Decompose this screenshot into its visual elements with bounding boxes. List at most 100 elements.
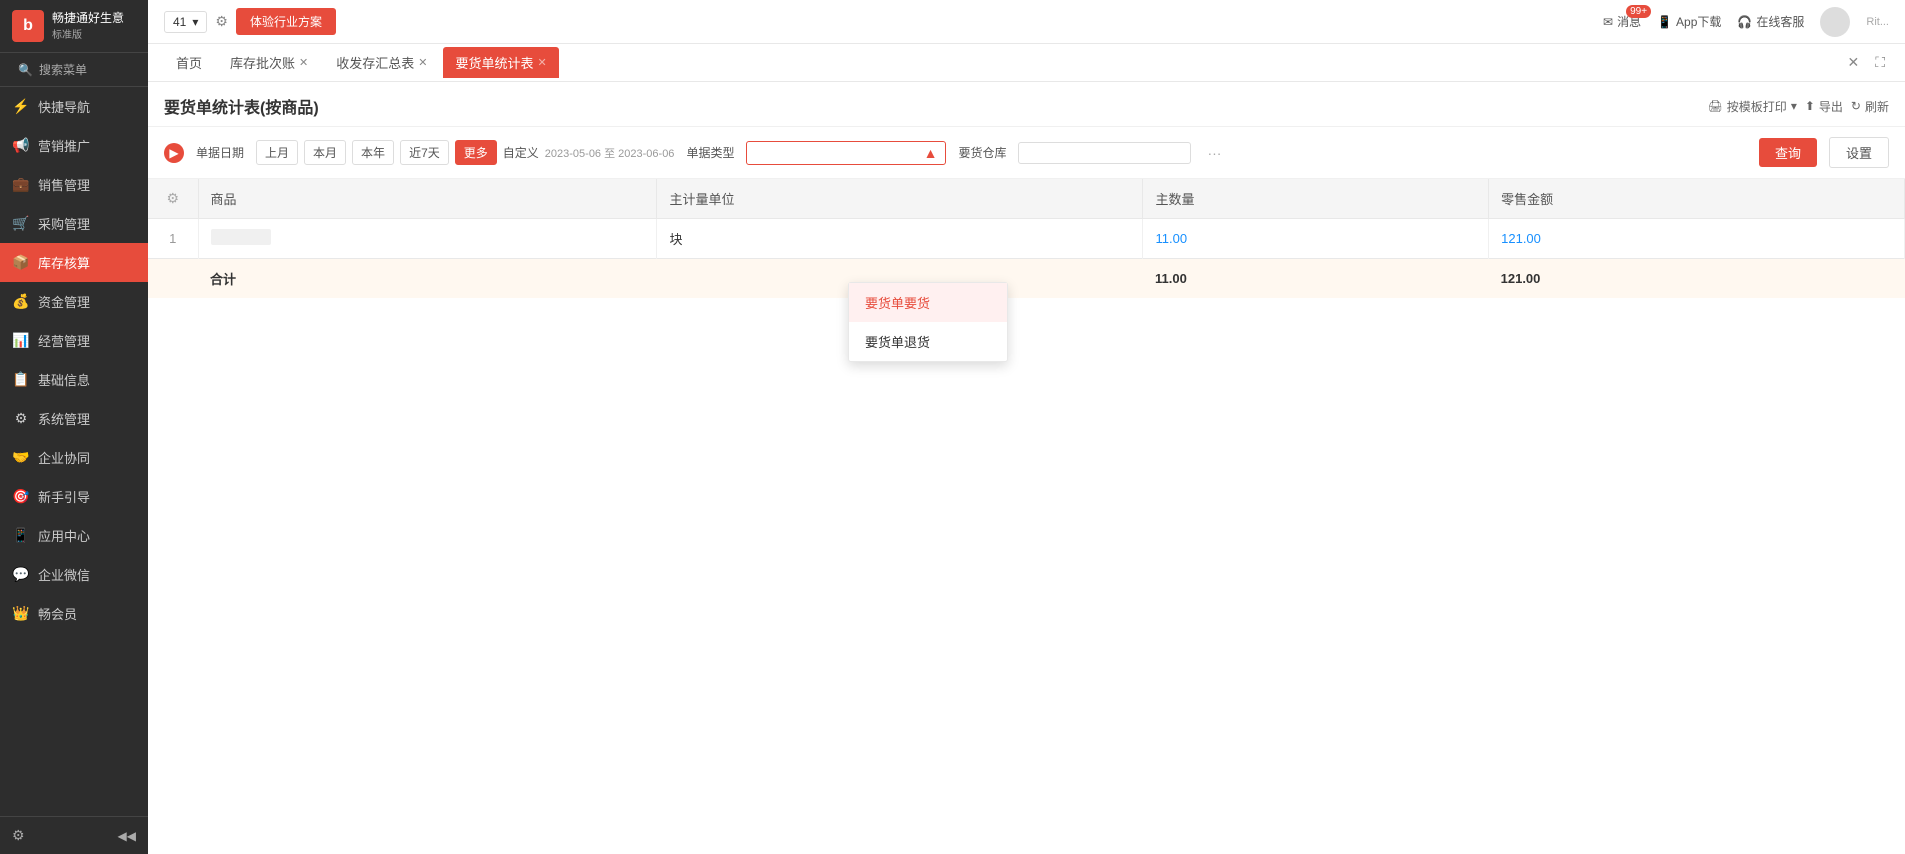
filter-custom-button[interactable]: 自定义 — [503, 144, 539, 161]
filter-recent-button[interactable]: 近7天 — [400, 140, 449, 165]
sidebar-item-operation[interactable]: 📊 经营管理 — [0, 321, 148, 360]
tab-inventory-batch[interactable]: 库存批次账 ✕ — [218, 47, 320, 78]
col-qty-header: 主数量 — [1143, 179, 1489, 219]
filter-more-options-button[interactable]: ··· — [1207, 145, 1221, 161]
topbar-right: ✉ 消息 99+ 📱 App下载 🎧 在线客服 Rit... — [1603, 7, 1889, 37]
warehouse-filter-input[interactable] — [1018, 142, 1191, 164]
sidebar-item-marketing[interactable]: 📢 营销推广 — [0, 126, 148, 165]
sidebar-item-wechat[interactable]: 💬 企业微信 — [0, 555, 148, 594]
sidebar-item-enterprise[interactable]: 🤝 企业协同 — [0, 438, 148, 477]
refresh-button[interactable]: ↻ 刷新 — [1851, 98, 1889, 115]
type-dropdown: 要货单要货 要货单退货 — [848, 282, 1008, 362]
collapse-icon: ◀◀ — [118, 829, 136, 843]
app-download-icon: 📱 — [1657, 15, 1672, 29]
tab-receivable-summary[interactable]: 收发存汇总表 ✕ — [324, 47, 439, 78]
page-actions: 🖨 按模板打印 ▾ ⬆ 导出 ↻ 刷新 — [1708, 98, 1889, 115]
amount-link[interactable]: 121.00 — [1501, 231, 1541, 246]
member-icon: 👑 — [12, 605, 30, 623]
tabbar: 首页 库存批次账 ✕ 收发存汇总表 ✕ 要货单统计表 ✕ ✕ ⛶ — [148, 44, 1905, 82]
data-table-container: ⚙ 商品 主计量单位 主数量 零售金额 — [148, 179, 1905, 298]
filter-bar: ▶ 单据日期 上月 本月 本年 近7天 更多 自定义 2023-05-06 至 … — [148, 127, 1905, 179]
tab-order-statistics[interactable]: 要货单统计表 ✕ — [443, 47, 558, 78]
tab-close-inventory-batch[interactable]: ✕ — [299, 56, 308, 69]
sidebar-item-member[interactable]: 👑 畅会员 — [0, 594, 148, 633]
sidebar-item-system[interactable]: ⚙ 系统管理 — [0, 399, 148, 438]
type-filter-select[interactable]: ▲ — [746, 141, 946, 165]
sidebar-item-basic[interactable]: 📋 基础信息 — [0, 360, 148, 399]
date-filter-label: 单据日期 — [196, 144, 244, 161]
tab-close-all-button[interactable]: ✕ — [1843, 52, 1863, 73]
filter-expand-button[interactable]: ▶ — [164, 143, 184, 163]
messages-button[interactable]: ✉ 消息 99+ — [1603, 13, 1641, 30]
refresh-icon: ↻ — [1851, 99, 1861, 113]
filter-more-button[interactable]: 更多 — [455, 140, 497, 165]
sidebar-settings-button[interactable]: ⚙ — [12, 827, 25, 844]
topbar: 41 ▾ ⚙ 体验行业方案 ✉ 消息 99+ 📱 App下载 🎧 在线客服 Ri… — [148, 0, 1905, 44]
topbar-dropdown-arrow[interactable]: ▾ — [192, 15, 198, 29]
col-settings-header[interactable]: ⚙ — [148, 179, 198, 219]
service-icon: 🎧 — [1737, 15, 1752, 29]
type-filter-label: 单据类型 — [686, 144, 734, 161]
footer-label: 合计 — [198, 259, 657, 299]
sidebar-search-menu[interactable]: 🔍 搜索菜单 — [0, 53, 148, 87]
col-unit-header: 主计量单位 — [657, 179, 1143, 219]
filter-curr-month-button[interactable]: 本月 — [304, 140, 346, 165]
filter-prev-month-button[interactable]: 上月 — [256, 140, 298, 165]
topbar-gear-icon[interactable]: ⚙ — [215, 13, 228, 30]
dropdown-item-order-goods[interactable]: 要货单要货 — [849, 283, 1007, 322]
tab-close-order-statistics[interactable]: ✕ — [538, 56, 547, 69]
messages-badge: 99+ — [1626, 5, 1651, 18]
filter-settings-button[interactable]: 设置 — [1829, 137, 1889, 168]
topbar-left: 41 ▾ ⚙ 体验行业方案 — [164, 8, 1603, 35]
sidebar-item-app-center[interactable]: 📱 应用中心 — [0, 516, 148, 555]
topbar-number: 41 — [173, 15, 186, 29]
sidebar-item-purchase[interactable]: 🛒 采购管理 — [0, 204, 148, 243]
sidebar-nav: ⚡ 快捷导航 📢 营销推广 💼 销售管理 🛒 采购管理 📦 库存核算 💰 资金管… — [0, 87, 148, 816]
app-name: 畅捷通好生意 — [52, 11, 124, 27]
app-version: 标准版 — [52, 26, 124, 41]
type-select-chevron-icon: ▲ — [924, 145, 938, 161]
query-button[interactable]: 查询 — [1759, 138, 1817, 167]
sidebar-item-guide[interactable]: 🎯 新手引导 — [0, 477, 148, 516]
footer-amount: 121.00 — [1489, 259, 1905, 299]
sidebar-item-finance[interactable]: 💰 资金管理 — [0, 282, 148, 321]
online-service-button[interactable]: 🎧 在线客服 — [1737, 13, 1804, 30]
export-button[interactable]: ⬆ 导出 — [1805, 98, 1843, 115]
row-unit: 块 — [657, 219, 1143, 259]
industry-plan-button[interactable]: 体验行业方案 — [236, 8, 336, 35]
print-dropdown-icon: ▾ — [1791, 99, 1797, 113]
filter-year-button[interactable]: 本年 — [352, 140, 394, 165]
page-header: 要货单统计表(按商品) 🖨 按模板打印 ▾ ⬆ 导出 ↻ 刷新 — [148, 82, 1905, 127]
sidebar: b 畅捷通好生意 标准版 🔍 搜索菜单 ⚡ 快捷导航 📢 营销推广 💼 销售管理… — [0, 0, 148, 854]
tab-home[interactable]: 首页 — [164, 47, 214, 78]
sidebar-footer: ⚙ ◀◀ — [0, 816, 148, 854]
app-center-icon: 📱 — [12, 527, 30, 545]
sidebar-item-inventory[interactable]: 📦 库存核算 — [0, 243, 148, 282]
guide-icon: 🎯 — [12, 488, 30, 506]
row-amount: 121.00 — [1489, 219, 1905, 259]
tabbar-controls: ✕ ⛶ — [1843, 52, 1889, 73]
inventory-icon: 📦 — [12, 254, 30, 272]
content-area: 要货单统计表(按商品) 🖨 按模板打印 ▾ ⬆ 导出 ↻ 刷新 ▶ — [148, 82, 1905, 854]
app-download-button[interactable]: 📱 App下载 — [1657, 13, 1721, 30]
dropdown-item-order-return[interactable]: 要货单退货 — [849, 322, 1007, 361]
tab-expand-button[interactable]: ⛶ — [1871, 52, 1889, 73]
qty-link[interactable]: 11.00 — [1155, 231, 1187, 246]
print-template-button[interactable]: 🖨 按模板打印 ▾ — [1708, 98, 1797, 115]
tab-close-receivable-summary[interactable]: ✕ — [418, 56, 427, 69]
purchase-icon: 🛒 — [12, 215, 30, 233]
footer-qty: 11.00 — [1143, 259, 1489, 299]
product-placeholder — [211, 229, 271, 245]
date-range-text: 2023-05-06 至 2023-06-06 — [545, 145, 675, 161]
print-icon: 🖨 — [1708, 99, 1723, 113]
page-title: 要货单统计表(按商品) — [164, 94, 319, 118]
column-settings-icon[interactable]: ⚙ — [166, 190, 179, 206]
sidebar-item-quick-nav[interactable]: ⚡ 快捷导航 — [0, 87, 148, 126]
quick-nav-icon: ⚡ — [12, 98, 30, 116]
user-name: Rit... — [1866, 16, 1889, 28]
row-index: 1 — [148, 219, 198, 259]
col-amount-header: 零售金额 — [1489, 179, 1905, 219]
user-avatar[interactable] — [1820, 7, 1850, 37]
sidebar-item-sales[interactable]: 💼 销售管理 — [0, 165, 148, 204]
sidebar-collapse-button[interactable]: ◀◀ — [118, 829, 136, 843]
